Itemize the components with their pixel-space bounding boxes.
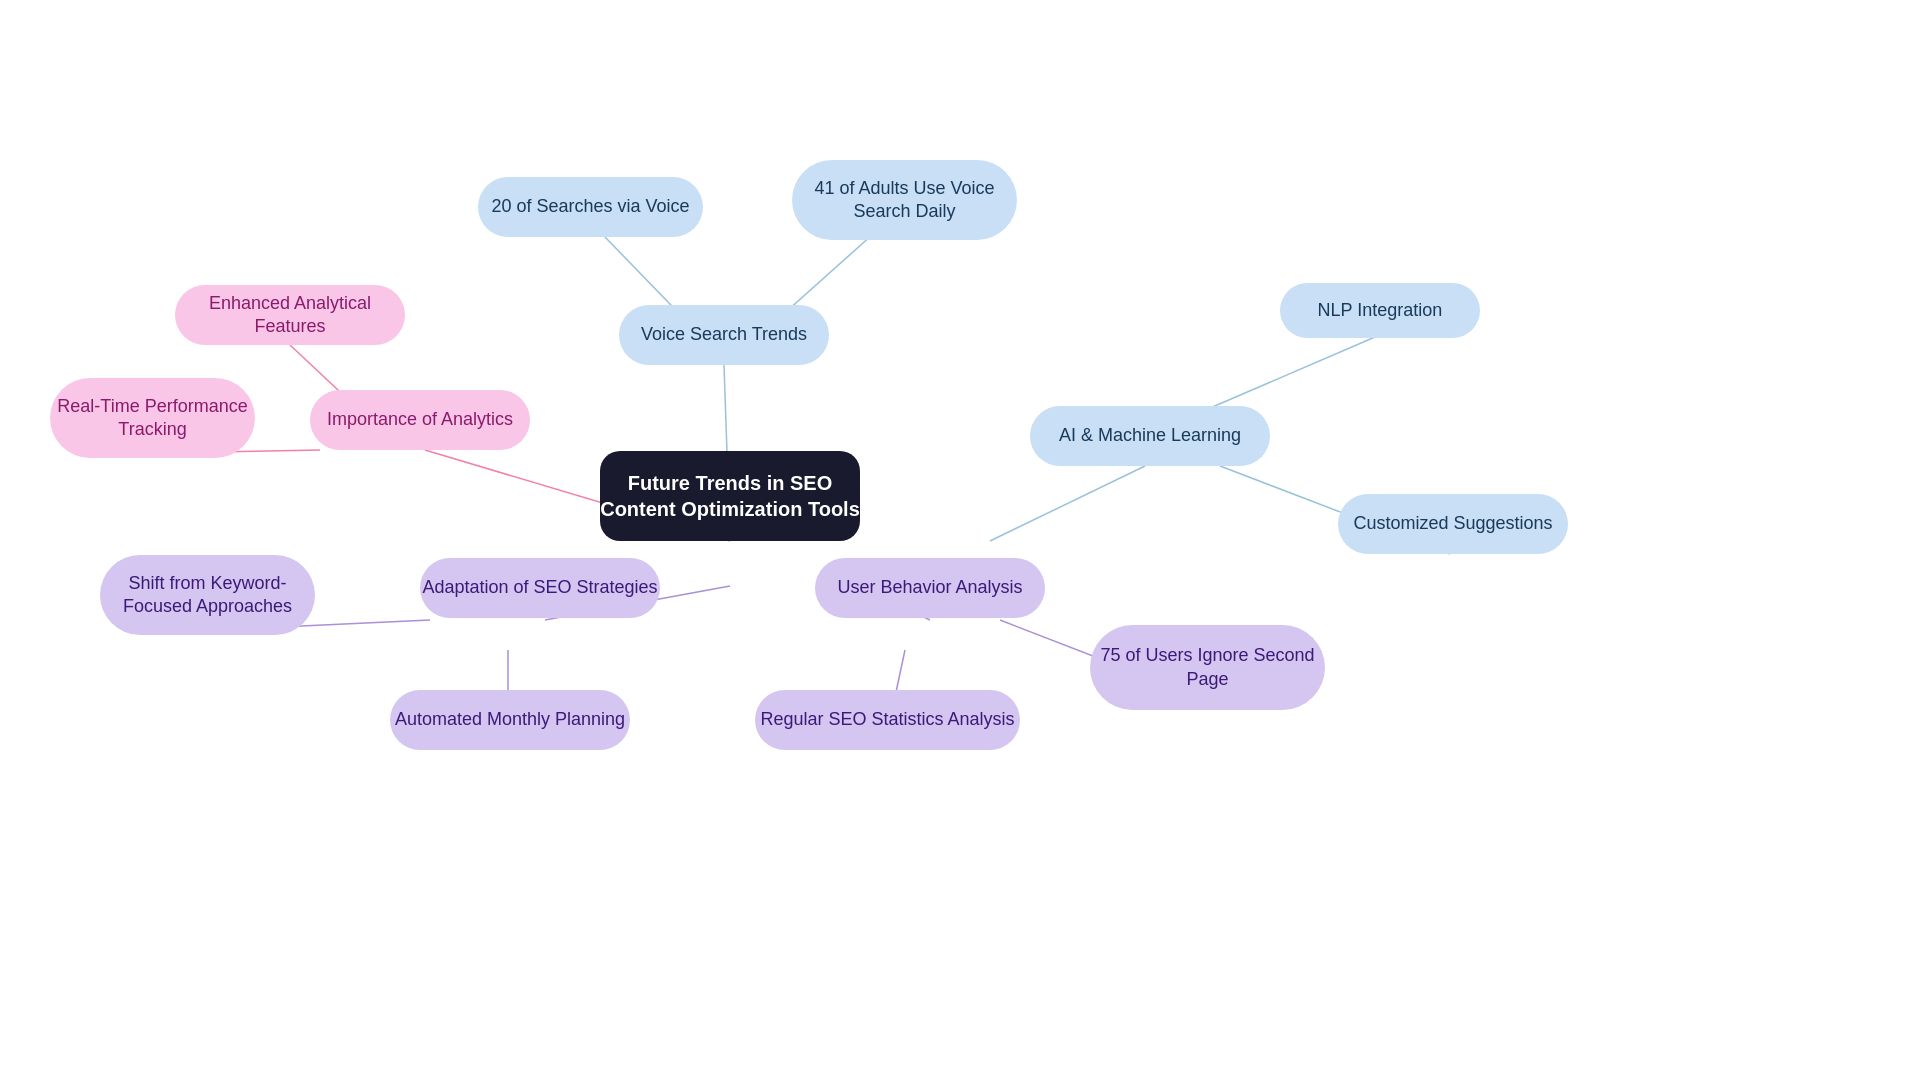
node-enhanced-analytical: Enhanced Analytical Features: [175, 285, 405, 345]
node-importance-analytics: Importance of Analytics: [310, 390, 530, 450]
node-nlp-integration: NLP Integration: [1280, 283, 1480, 338]
node-searches-via-voice: 20 of Searches via Voice: [478, 177, 703, 237]
node-realtime-performance: Real-Time Performance Tracking: [50, 378, 255, 458]
node-ai-machine-learning: AI & Machine Learning: [1030, 406, 1270, 466]
center-node: Future Trends in SEO Content Optimizatio…: [600, 451, 860, 541]
node-adaptation-seo: Adaptation of SEO Strategies: [420, 558, 660, 618]
svg-line-3: [990, 466, 1145, 541]
node-75-users-ignore: 75 of Users Ignore Second Page: [1090, 625, 1325, 710]
node-automated-monthly: Automated Monthly Planning: [390, 690, 630, 750]
node-shift-keyword: Shift from Keyword-Focused Approaches: [100, 555, 315, 635]
node-user-behavior: User Behavior Analysis: [815, 558, 1045, 618]
node-voice-search-trends: Voice Search Trends: [619, 305, 829, 365]
node-adults-voice-search: 41 of Adults Use Voice Search Daily: [792, 160, 1017, 240]
node-customized-suggestions: Customized Suggestions: [1338, 494, 1568, 554]
node-regular-seo-stats: Regular SEO Statistics Analysis: [755, 690, 1020, 750]
